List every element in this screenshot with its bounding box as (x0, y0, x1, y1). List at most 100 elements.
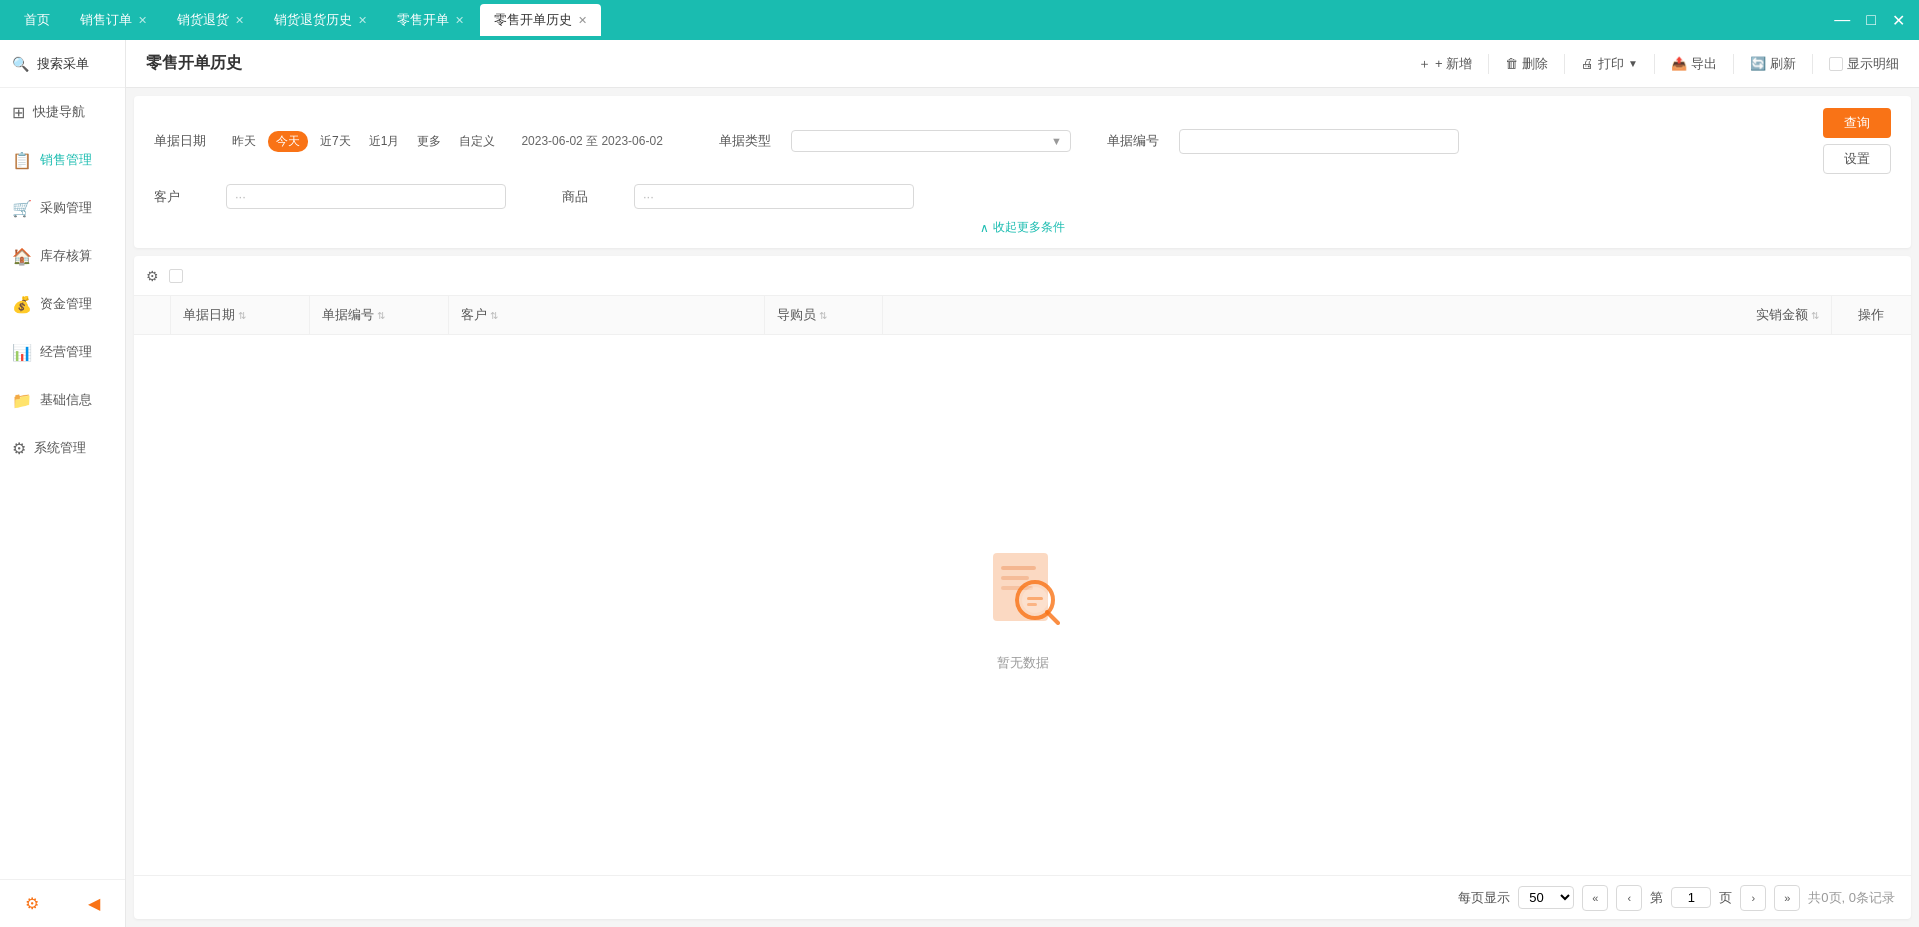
date-btn-custom[interactable]: 自定义 (453, 131, 501, 152)
export-button[interactable]: 📤 导出 (1671, 55, 1717, 73)
sidebar-item-basic-info[interactable]: 📁 基础信息 (0, 376, 125, 424)
last-page-button[interactable]: » (1774, 885, 1800, 911)
pagination: 每页显示 50 10 20 100 « ‹ 第 页 › » 共0页, 0条记录 (134, 875, 1911, 919)
sidebar-label-finance: 资金管理 (40, 295, 92, 313)
per-page-select[interactable]: 50 10 20 100 (1518, 886, 1574, 909)
sidebar-icon-sales-mgmt: 📋 (12, 151, 32, 170)
date-btn-last7[interactable]: 近7天 (314, 131, 357, 152)
minimize-button[interactable]: — (1830, 11, 1854, 29)
tab-label-sales-return: 销货退货 (177, 11, 229, 29)
table-settings-icon[interactable]: ⚙ (146, 268, 159, 284)
sidebar-search[interactable]: 🔍 搜索采单 (0, 40, 125, 88)
divider-2 (1564, 54, 1565, 74)
page-label-before: 第 (1650, 889, 1663, 907)
tab-sales-order[interactable]: 销售订单 ✕ (66, 4, 161, 36)
page-title: 零售开单历史 (146, 53, 1418, 74)
tab-close-sales-return-history[interactable]: ✕ (358, 14, 367, 27)
sidebar-item-quick-nav[interactable]: ⊞ 快捷导航 (0, 88, 125, 136)
th-ops: 操作 (1831, 296, 1911, 335)
tab-sales-return-history[interactable]: 销货退货历史 ✕ (260, 4, 381, 36)
filter-area: 单据日期 昨天 今天 近7天 近1月 更多 自定义 2023-06-02 至 2… (134, 96, 1911, 248)
svg-rect-7 (1027, 597, 1043, 600)
customer-select[interactable]: ··· (226, 184, 506, 209)
date-btn-more[interactable]: 更多 (411, 131, 447, 152)
empty-text: 暂无数据 (997, 654, 1049, 672)
display-detail-checkbox[interactable] (1829, 57, 1843, 71)
delete-button[interactable]: 🗑 删除 (1505, 55, 1548, 73)
date-filter-label: 单据日期 (154, 132, 210, 150)
select-all-checkbox[interactable] (169, 269, 183, 283)
sidebar-icon-inventory: 🏠 (12, 247, 32, 266)
data-table: 单据日期 ⇅ 单据编号 ⇅ 客户 (134, 296, 1911, 335)
settings-button[interactable]: 设置 (1823, 144, 1891, 174)
th-amount[interactable]: 实销金额 ⇅ (883, 296, 1831, 335)
sidebar-icon-purchase-mgmt: 🛒 (12, 199, 32, 218)
first-page-button[interactable]: « (1582, 885, 1608, 911)
tab-home[interactable]: 首页 (10, 4, 64, 36)
toolbar: ＋ + 新增 🗑 删除 🖨 打印 ▼ 📤 导出 (1418, 54, 1899, 74)
divider-5 (1812, 54, 1813, 74)
product-select[interactable]: ··· (634, 184, 914, 209)
print-dropdown-icon: ▼ (1628, 58, 1638, 69)
display-detail-button[interactable]: 显示明细 (1829, 55, 1899, 73)
print-button[interactable]: 🖨 打印 ▼ (1581, 55, 1638, 73)
maximize-button[interactable]: □ (1862, 11, 1880, 29)
th-number[interactable]: 单据编号 ⇅ (309, 296, 448, 335)
collapse-icon: ∧ (980, 221, 989, 235)
close-button[interactable]: ✕ (1888, 11, 1909, 30)
th-guide[interactable]: 导购员 ⇅ (764, 296, 883, 335)
tab-close-sales-order[interactable]: ✕ (138, 14, 147, 27)
tab-label-retail-open-history: 零售开单历史 (494, 11, 572, 29)
sidebar-item-sales-mgmt[interactable]: 📋 销售管理 (0, 136, 125, 184)
sidebar-search-label: 搜索采单 (37, 55, 89, 73)
tab-label-sales-order: 销售订单 (80, 11, 132, 29)
table-container: ⚙ 单据日期 ⇅ 单据 (134, 256, 1911, 919)
prev-page-button[interactable]: ‹ (1616, 885, 1642, 911)
tab-close-sales-return[interactable]: ✕ (235, 14, 244, 27)
next-page-button[interactable]: › (1740, 885, 1766, 911)
tab-retail-open-history[interactable]: 零售开单历史 ✕ (480, 4, 601, 36)
sidebar-item-finance[interactable]: 💰 资金管理 (0, 280, 125, 328)
th-customer[interactable]: 客户 ⇅ (448, 296, 764, 335)
tab-close-retail-open[interactable]: ✕ (455, 14, 464, 27)
sidebar-label-inventory: 库存核算 (40, 247, 92, 265)
sidebar-item-system-mgmt[interactable]: ⚙ 系统管理 (0, 424, 125, 472)
sidebar-bottom: ⚙ ◀ (0, 879, 125, 927)
print-icon: 🖨 (1581, 56, 1594, 71)
sidebar-item-purchase-mgmt[interactable]: 🛒 采购管理 (0, 184, 125, 232)
sidebar-item-inventory[interactable]: 🏠 库存核算 (0, 232, 125, 280)
delete-label: 删除 (1522, 55, 1548, 73)
refresh-icon: 🔄 (1750, 56, 1766, 71)
filter-row-1: 单据日期 昨天 今天 近7天 近1月 更多 自定义 2023-06-02 至 2… (154, 108, 1891, 174)
sidebar-icon-finance: 💰 (12, 295, 32, 314)
tab-sales-return[interactable]: 销货退货 ✕ (163, 4, 258, 36)
add-button[interactable]: ＋ + 新增 (1418, 55, 1472, 73)
date-btn-yesterday[interactable]: 昨天 (226, 131, 262, 152)
print-label: 打印 (1598, 55, 1624, 73)
sidebar-item-operations[interactable]: 📊 经营管理 (0, 328, 125, 376)
date-filter-buttons: 昨天 今天 近7天 近1月 更多 自定义 (226, 131, 501, 152)
sort-icon-date: ⇅ (238, 310, 246, 321)
order-number-input[interactable] (1179, 129, 1459, 154)
order-type-select[interactable]: ▼ (791, 130, 1071, 152)
date-btn-last1month[interactable]: 近1月 (363, 131, 406, 152)
tab-retail-open[interactable]: 零售开单 ✕ (383, 4, 478, 36)
display-detail-label: 显示明细 (1847, 55, 1899, 73)
tab-bar: 首页销售订单 ✕ 销货退货 ✕ 销货退货历史 ✕ 零售开单 ✕ 零售开单历史 ✕ (10, 4, 1830, 36)
product-value: ··· (643, 189, 905, 204)
sidebar-icon-operations: 📊 (12, 343, 32, 362)
filter-collapse-btn[interactable]: ∧ 收起更多条件 (154, 219, 1891, 236)
page-label-after: 页 (1719, 889, 1732, 907)
tab-label-retail-open: 零售开单 (397, 11, 449, 29)
sidebar-collapse-icon[interactable]: ◀ (88, 894, 100, 913)
search-icon: 🔍 (12, 56, 29, 72)
query-button[interactable]: 查询 (1823, 108, 1891, 138)
th-date[interactable]: 单据日期 ⇅ (170, 296, 309, 335)
refresh-button[interactable]: 🔄 刷新 (1750, 55, 1796, 73)
date-btn-today[interactable]: 今天 (268, 131, 308, 152)
page-number-input[interactable] (1671, 887, 1711, 908)
sidebar-settings-icon[interactable]: ⚙ (25, 894, 39, 913)
sort-icon-guide: ⇅ (819, 310, 827, 321)
tab-close-retail-open-history[interactable]: ✕ (578, 14, 587, 27)
tab-label-sales-return-history: 销货退货历史 (274, 11, 352, 29)
